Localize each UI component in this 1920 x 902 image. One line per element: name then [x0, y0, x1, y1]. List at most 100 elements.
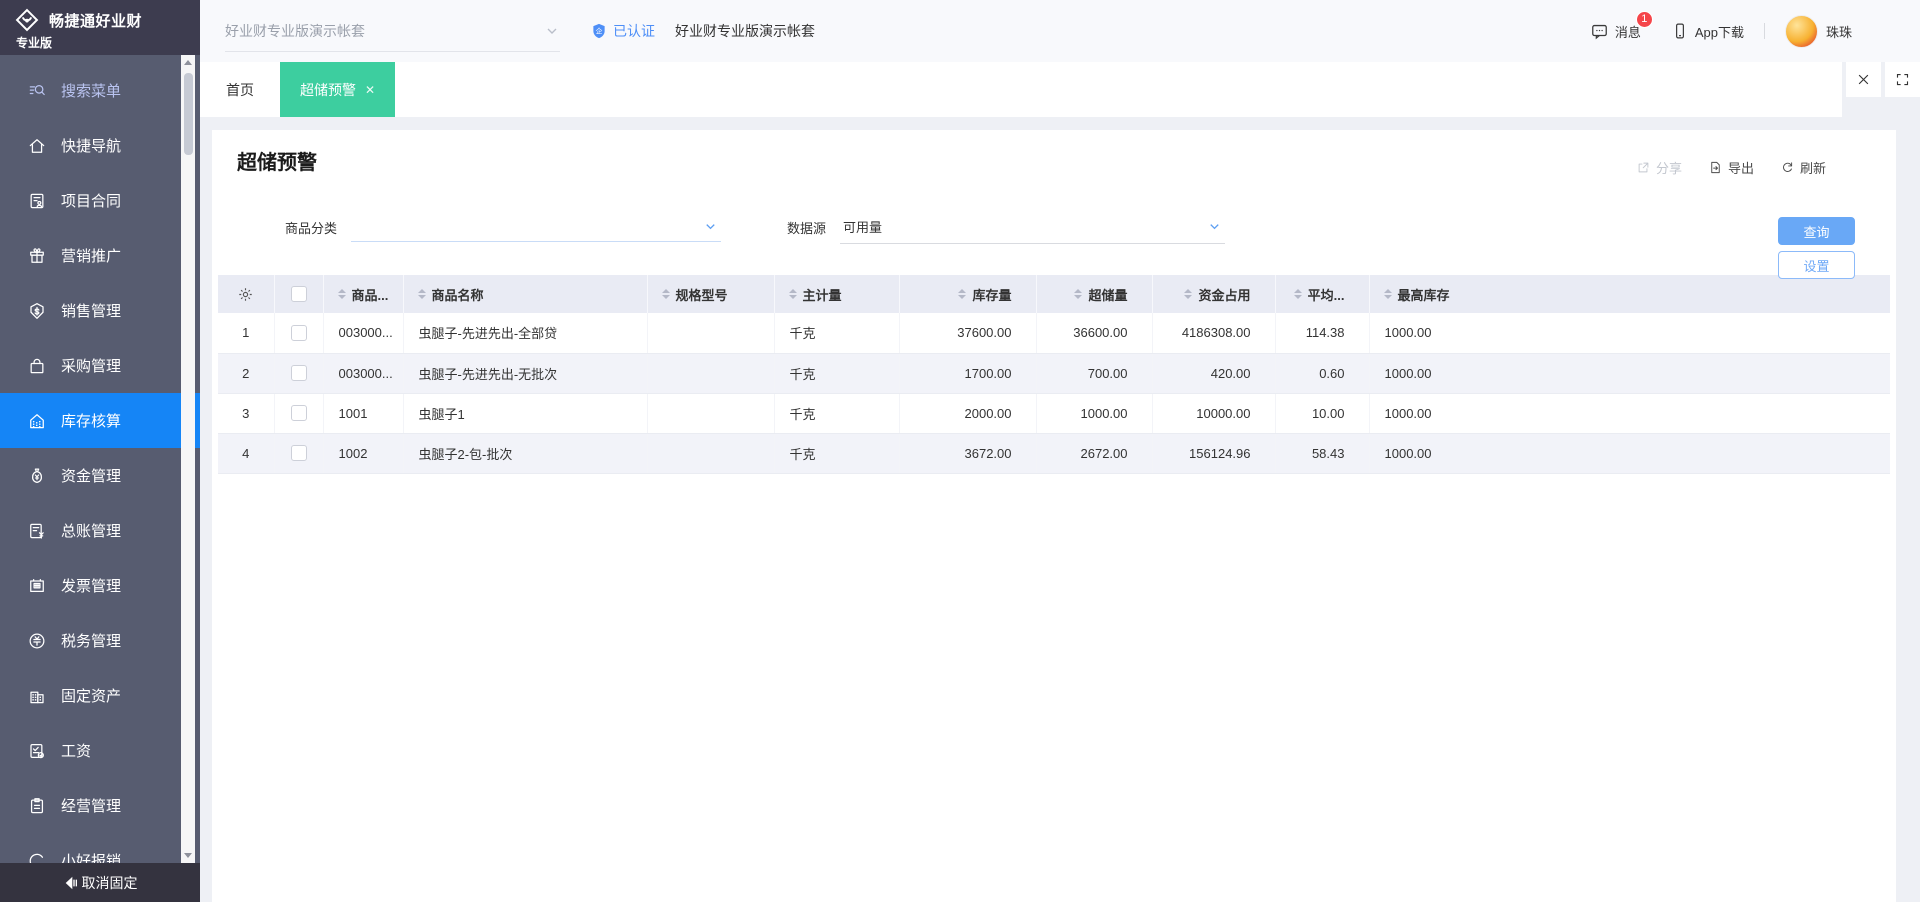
scroll-up-icon[interactable] — [184, 60, 192, 65]
table-row[interactable]: 2 003000... 虫腿子-先进先出-无批次 千克 1700.00 700.00 420… — [218, 353, 1890, 394]
invoice-icon — [27, 576, 47, 596]
cell-name: 虫腿子-先进先出-无批次 — [403, 353, 648, 394]
sidebar-item-asset[interactable]: 固定资产 — [0, 668, 200, 723]
query-button[interactable]: 查询 — [1778, 217, 1855, 245]
sidebar-item-sales[interactable]: 销售管理 — [0, 283, 200, 338]
table-row[interactable]: 1 003000... 虫腿子-先进先出-全部贷 千克 37600.00 36600.00… — [218, 313, 1890, 354]
sort-caret-icon[interactable] — [958, 289, 967, 299]
sidebar-item-tax[interactable]: 税务管理 — [0, 613, 200, 668]
column-header[interactable]: 平均... — [1275, 275, 1370, 313]
sort-caret-icon[interactable] — [1293, 289, 1302, 299]
filter-row: 商品分类 数据源 可用量 — [285, 205, 1896, 249]
row-checkbox[interactable] — [290, 325, 307, 342]
table-body: 1 003000... 虫腿子-先进先出-全部贷 千克 37600.00 36600.00… — [218, 313, 1890, 474]
scroll-down-icon[interactable] — [184, 853, 192, 858]
sidebar-item-bag[interactable]: 采购管理 — [0, 338, 200, 393]
fullscreen-button[interactable] — [1885, 62, 1920, 97]
column-header[interactable]: 主计量 — [774, 275, 900, 313]
export-button[interactable]: 导出 — [1708, 158, 1754, 177]
sort-caret-icon[interactable] — [661, 289, 670, 299]
sidebar-item-gift[interactable]: 营销推广 — [0, 228, 200, 283]
sort-caret-icon[interactable] — [337, 289, 346, 299]
column-header[interactable]: 商品... — [323, 275, 404, 313]
sidebar-item-money[interactable]: 资金管理 — [0, 448, 200, 503]
cell-name: 虫腿子2-包-批次 — [403, 433, 648, 474]
unpin-icon — [63, 875, 79, 891]
sidebar: 畅捷通好业财 专业版 搜索菜单 快捷导航 项目合同 营销推广 销售管理 采购管理… — [0, 0, 200, 902]
chevron-down-icon — [547, 28, 557, 34]
sidebar-item-ledger[interactable]: 总账管理 — [0, 503, 200, 558]
tab-inactive[interactable]: 首页 ✕ — [200, 62, 280, 117]
messages-count-badge: 1 — [1635, 10, 1653, 28]
sort-caret-icon[interactable] — [788, 289, 797, 299]
scrollbar-thumb[interactable] — [183, 73, 193, 155]
cell-max: 1000.00 — [1369, 353, 1890, 394]
tab-active[interactable]: 超储预警 ✕ — [280, 62, 396, 117]
row-checkbox[interactable] — [290, 405, 307, 422]
column-header[interactable]: 超储量 — [1036, 275, 1153, 313]
user-menu[interactable]: 珠珠 — [1784, 14, 1852, 48]
cell-unit: 千克 — [774, 433, 900, 474]
payroll-icon — [27, 741, 47, 761]
column-header[interactable]: 库存量 — [899, 275, 1037, 313]
sort-caret-icon[interactable] — [1383, 289, 1392, 299]
table-row[interactable]: 3 1001 虫腿子1 千克 2000.00 1000.00 10000.00 10.00 10… — [218, 393, 1890, 434]
table-settings-button[interactable] — [218, 275, 275, 313]
cell-over: 2672.00 — [1036, 433, 1153, 474]
sort-caret-icon[interactable] — [417, 289, 426, 299]
category-select[interactable] — [351, 212, 722, 242]
sidebar-item-home[interactable]: 快捷导航 — [0, 118, 200, 173]
column-header[interactable]: 资金占用 — [1152, 275, 1276, 313]
column-header[interactable]: 规格型号 — [647, 275, 775, 313]
row-checkbox[interactable] — [290, 365, 307, 382]
table-row[interactable]: 4 1002 虫腿子2-包-批次 千克 3672.00 2672.00 156124.96 5… — [218, 433, 1890, 474]
sales-icon — [27, 301, 47, 321]
sidebar-item-warehouse[interactable]: 库存核算 — [0, 393, 200, 448]
close-tab-icon[interactable]: ✕ — [365, 83, 375, 97]
unpin-sidebar-button[interactable]: 取消固定 — [0, 863, 200, 902]
row-index: 1 — [218, 313, 275, 354]
column-header[interactable]: 商品名称 — [403, 275, 648, 313]
cell-avg: 58.43 — [1275, 433, 1370, 474]
sort-caret-icon[interactable] — [1184, 289, 1193, 299]
avatar — [1784, 14, 1818, 48]
cell-unit: 千克 — [774, 393, 900, 434]
cell-over: 36600.00 — [1036, 313, 1153, 354]
sidebar-item-contract[interactable]: 项目合同 — [0, 173, 200, 228]
sidebar-scrollbar[interactable] — [181, 55, 195, 863]
sidebar-item-payroll[interactable]: 工资 — [0, 723, 200, 778]
bag-icon — [27, 356, 47, 376]
column-header[interactable]: 最高库存 — [1369, 275, 1890, 313]
brand-name: 畅捷通好业财 — [49, 12, 143, 30]
sort-caret-icon[interactable] — [1074, 289, 1083, 299]
select-all-checkbox[interactable] — [290, 286, 307, 303]
brand-logo-icon — [14, 7, 40, 33]
share-icon — [1636, 160, 1651, 175]
table-header-row: 商品... 商品名称 规格型号 主计量 库存量 超储量 资金占用 平均... 最… — [218, 275, 1890, 313]
message-icon — [1591, 24, 1607, 39]
settings-button[interactable]: 设置 — [1778, 251, 1855, 279]
messages-button[interactable]: 消息 1 — [1590, 10, 1653, 41]
sidebar-item-circle-c[interactable]: 小好报销 — [0, 833, 200, 863]
cell-stock: 2000.00 — [899, 393, 1037, 434]
share-button[interactable]: 分享 — [1636, 158, 1682, 177]
cell-name: 虫腿子-先进先出-全部贷 — [403, 313, 648, 354]
account-selector[interactable]: 好业财专业版演示帐套 — [225, 10, 560, 52]
sidebar-item-invoice[interactable]: 发票管理 — [0, 558, 200, 613]
sidebar-item-clipboard[interactable]: 经营管理 — [0, 778, 200, 833]
search-icon — [27, 81, 47, 101]
asset-icon — [27, 686, 47, 706]
topbar: 好业财专业版演示帐套 企 已认证 好业财专业版演示帐套 消息 1 App下载 珠… — [200, 0, 1920, 62]
app-download-button[interactable]: App下载 — [1671, 22, 1744, 41]
refresh-button[interactable]: 刷新 — [1780, 158, 1826, 177]
sidebar-item-search[interactable]: 搜索菜单 — [0, 63, 200, 118]
close-tabs-button[interactable] — [1846, 62, 1881, 97]
cell-unit: 千克 — [774, 353, 900, 394]
svg-text:企: 企 — [596, 26, 603, 35]
ledger-icon — [27, 521, 47, 541]
datasource-filter-label: 数据源 — [787, 220, 827, 236]
datasource-select[interactable]: 可用量 — [840, 210, 1226, 244]
row-checkbox[interactable] — [290, 445, 307, 462]
row-index: 4 — [218, 433, 275, 474]
cell-avg: 10.00 — [1275, 393, 1370, 434]
